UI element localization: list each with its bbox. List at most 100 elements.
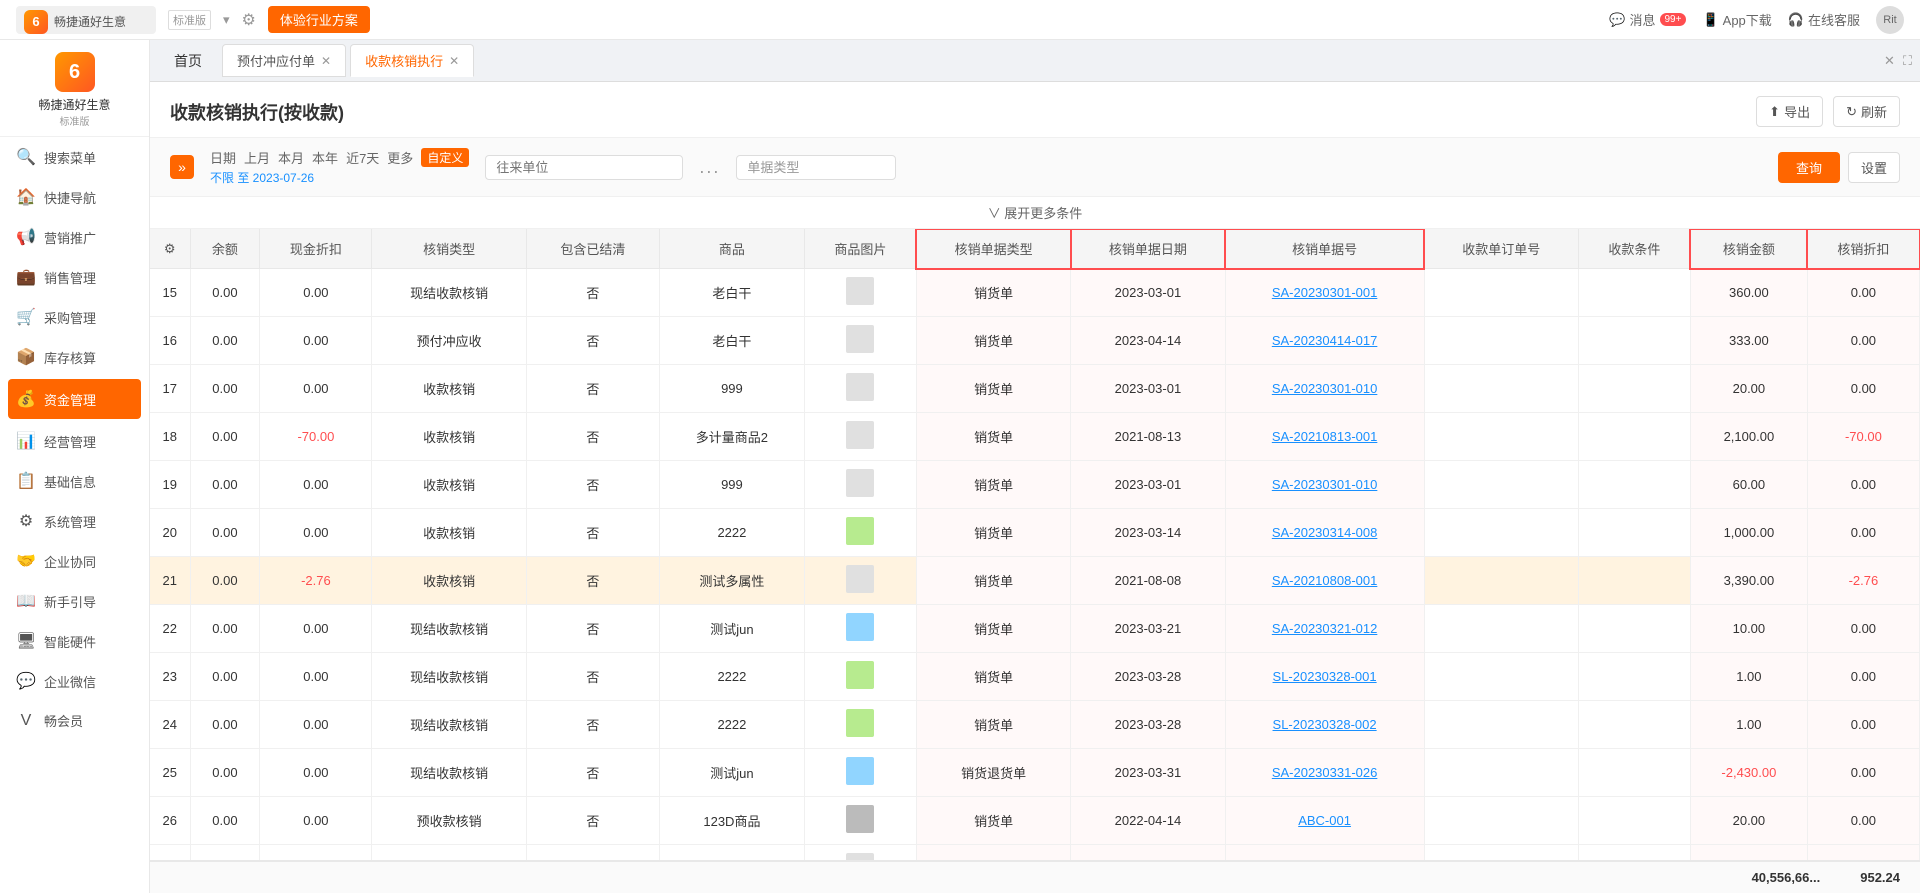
col-gear[interactable]: ⚙ bbox=[150, 229, 190, 269]
cell-id: 24 bbox=[150, 701, 190, 749]
receipt-type-select[interactable]: 单据类型 bbox=[736, 155, 896, 180]
query-button[interactable]: 查询 bbox=[1778, 152, 1840, 183]
sidebar-item-quick-nav[interactable]: 🏠 快捷导航 bbox=[0, 177, 149, 217]
cell-verify-no[interactable]: SA-20210808-001 bbox=[1225, 557, 1424, 605]
expand-more-bar[interactable]: ∨ 展开更多条件 bbox=[150, 197, 1920, 229]
dropdown-arrow[interactable]: ▾ bbox=[223, 12, 230, 28]
col-verify-date[interactable]: 核销单据日期 bbox=[1071, 229, 1225, 269]
col-goods-img[interactable]: 商品图片 bbox=[804, 229, 916, 269]
marketing-icon: 📢 bbox=[16, 227, 36, 247]
cell-verify-type: 现结收款核销 bbox=[372, 605, 526, 653]
user-avatar[interactable]: Rit bbox=[1876, 6, 1904, 34]
service-btn[interactable]: 🎧 在线客服 bbox=[1788, 10, 1860, 29]
col-receipt-order[interactable]: 收款单订单号 bbox=[1424, 229, 1578, 269]
export-button[interactable]: ⬆ 导出 bbox=[1756, 96, 1823, 127]
cell-included-cleared: 否 bbox=[526, 509, 659, 557]
cell-included-cleared: 否 bbox=[526, 365, 659, 413]
sidebar-item-wechat[interactable]: 💬 企业微信 bbox=[0, 661, 149, 701]
cell-verify-amount: -2,430.00 bbox=[1690, 749, 1807, 797]
table-footer: 40,556,66... 952.24 bbox=[150, 860, 1920, 893]
cell-receipt-order bbox=[1424, 509, 1578, 557]
sidebar-item-inventory[interactable]: 📦 库存核算 bbox=[0, 337, 149, 377]
tab-collection-close[interactable]: ✕ bbox=[449, 54, 459, 68]
sidebar-label-purchase: 采购管理 bbox=[44, 308, 96, 327]
cell-cash-discount: 0.00 bbox=[260, 461, 372, 509]
sidebar-item-operation[interactable]: 📊 经营管理 bbox=[0, 421, 149, 461]
refresh-button[interactable]: ↻ 刷新 bbox=[1833, 96, 1900, 127]
tab-close-all[interactable]: ✕ bbox=[1884, 53, 1895, 69]
sidebar-item-hardware[interactable]: 🖥 智能硬件 bbox=[0, 621, 149, 661]
sidebar-logo-icon: 6 bbox=[55, 52, 95, 92]
sidebar-item-finance[interactable]: 💰 资金管理 bbox=[8, 379, 141, 419]
date-custom[interactable]: 自定义 bbox=[421, 148, 469, 167]
tab-bar-controls: ✕ ⛶ bbox=[1884, 53, 1912, 69]
system-icon: ⚙ bbox=[16, 511, 36, 531]
tab-maximize[interactable]: ⛶ bbox=[1903, 53, 1912, 69]
sidebar-item-member[interactable]: V 畅会员 bbox=[0, 701, 149, 740]
col-cash-discount[interactable]: 现金折扣 bbox=[260, 229, 372, 269]
cell-verify-no[interactable]: SA-20210813-001 bbox=[1225, 413, 1424, 461]
cell-verify-no[interactable]: SA-20230331-026 bbox=[1225, 749, 1424, 797]
col-balance[interactable]: 余额 bbox=[190, 229, 260, 269]
date-7days[interactable]: 近7天 bbox=[346, 148, 379, 167]
message-btn[interactable]: 💬 消息 99+ bbox=[1609, 10, 1686, 29]
cell-verify-date: 2023-03-01 bbox=[1071, 461, 1225, 509]
col-verify-doc-type[interactable]: 核销单据类型 bbox=[916, 229, 1070, 269]
setting-button[interactable]: 设置 bbox=[1848, 152, 1900, 183]
cell-receipt-order bbox=[1424, 653, 1578, 701]
tab-prepaid-close[interactable]: ✕ bbox=[321, 54, 331, 68]
tab-home[interactable]: 首页 bbox=[158, 43, 218, 79]
col-included-cleared[interactable]: 包含已结清 bbox=[526, 229, 659, 269]
sidebar-item-search[interactable]: 🔍 搜索菜单 bbox=[0, 137, 149, 177]
col-goods[interactable]: 商品 bbox=[659, 229, 804, 269]
tab-collection[interactable]: 收款核销执行 ✕ bbox=[350, 44, 474, 77]
sidebar-item-sales[interactable]: 💼 销售管理 bbox=[0, 257, 149, 297]
cell-verify-no[interactable]: SA-20230314-008 bbox=[1225, 509, 1424, 557]
date-last-month[interactable]: 上月 bbox=[244, 148, 270, 167]
col-verify-discount[interactable]: 核销折扣 bbox=[1807, 229, 1919, 269]
sidebar-item-enterprise[interactable]: 🤝 企业协同 bbox=[0, 541, 149, 581]
col-verify-amount[interactable]: 核销金额 bbox=[1690, 229, 1807, 269]
industry-btn[interactable]: 体验行业方案 bbox=[268, 6, 370, 33]
cell-cash-discount: 0.00 bbox=[260, 701, 372, 749]
sidebar-item-purchase[interactable]: 🛒 采购管理 bbox=[0, 297, 149, 337]
search-icon: 🔍 bbox=[16, 147, 36, 167]
cell-verify-discount: -70.00 bbox=[1807, 413, 1919, 461]
cell-verify-no[interactable]: SA-20230301-010 bbox=[1225, 461, 1424, 509]
date-this-month[interactable]: 本月 bbox=[278, 148, 304, 167]
cell-verify-doc-type: 销货单 bbox=[916, 365, 1070, 413]
data-table-wrapper[interactable]: ⚙ 余额 现金折扣 核销类型 包含已结清 商品 商品图片 核销单据类型 核销单据… bbox=[150, 229, 1920, 893]
sidebar-item-system[interactable]: ⚙ 系统管理 bbox=[0, 501, 149, 541]
cell-verify-no[interactable]: SA-20230301-010 bbox=[1225, 365, 1424, 413]
from-unit-input[interactable] bbox=[485, 155, 683, 180]
tab-prepaid[interactable]: 预付冲应付单 ✕ bbox=[222, 44, 346, 77]
gear-icon[interactable]: ⚙ bbox=[242, 10, 256, 30]
cell-verify-date: 2023-04-14 bbox=[1071, 317, 1225, 365]
cell-verify-no[interactable]: SA-20230414-017 bbox=[1225, 317, 1424, 365]
col-receipt-condition[interactable]: 收款条件 bbox=[1578, 229, 1690, 269]
date-range-display: 不限 至 2023-07-26 bbox=[210, 171, 314, 185]
col-verify-no[interactable]: 核销单据号 bbox=[1225, 229, 1424, 269]
date-more[interactable]: 更多 bbox=[387, 148, 413, 167]
filter-expand-btn[interactable]: » bbox=[170, 155, 194, 179]
cell-goods-img bbox=[804, 797, 916, 845]
cell-verify-amount: 2,100.00 bbox=[1690, 413, 1807, 461]
col-verify-type[interactable]: 核销类型 bbox=[372, 229, 526, 269]
refresh-icon: ↻ bbox=[1846, 104, 1857, 120]
sidebar-item-marketing[interactable]: 📢 营销推广 bbox=[0, 217, 149, 257]
cell-verify-no[interactable]: ABC-001 bbox=[1225, 797, 1424, 845]
cell-verify-no[interactable]: SL-20230328-001 bbox=[1225, 653, 1424, 701]
sidebar-label-quick-nav: 快捷导航 bbox=[44, 188, 96, 207]
filter-bar: » 日期 上月 本月 本年 近7天 更多 自定义 不限 至 2023-07-26 bbox=[150, 138, 1920, 197]
cell-goods: 2222 bbox=[659, 653, 804, 701]
cell-verify-no[interactable]: SA-20230301-001 bbox=[1225, 269, 1424, 317]
cell-receipt-order bbox=[1424, 701, 1578, 749]
app-download-btn[interactable]: 📱 App下载 bbox=[1702, 10, 1771, 29]
cell-verify-no[interactable]: SL-20230328-002 bbox=[1225, 701, 1424, 749]
date-this-year[interactable]: 本年 bbox=[312, 148, 338, 167]
cell-verify-no[interactable]: SA-20230321-012 bbox=[1225, 605, 1424, 653]
sidebar-item-basic[interactable]: 📋 基础信息 bbox=[0, 461, 149, 501]
sidebar-item-guide[interactable]: 📖 新手引导 bbox=[0, 581, 149, 621]
edition-label: 标准版 bbox=[168, 10, 211, 30]
table-row: 19 0.00 0.00 收款核销 否 999 销货单 2023-03-01 S… bbox=[150, 461, 1920, 509]
